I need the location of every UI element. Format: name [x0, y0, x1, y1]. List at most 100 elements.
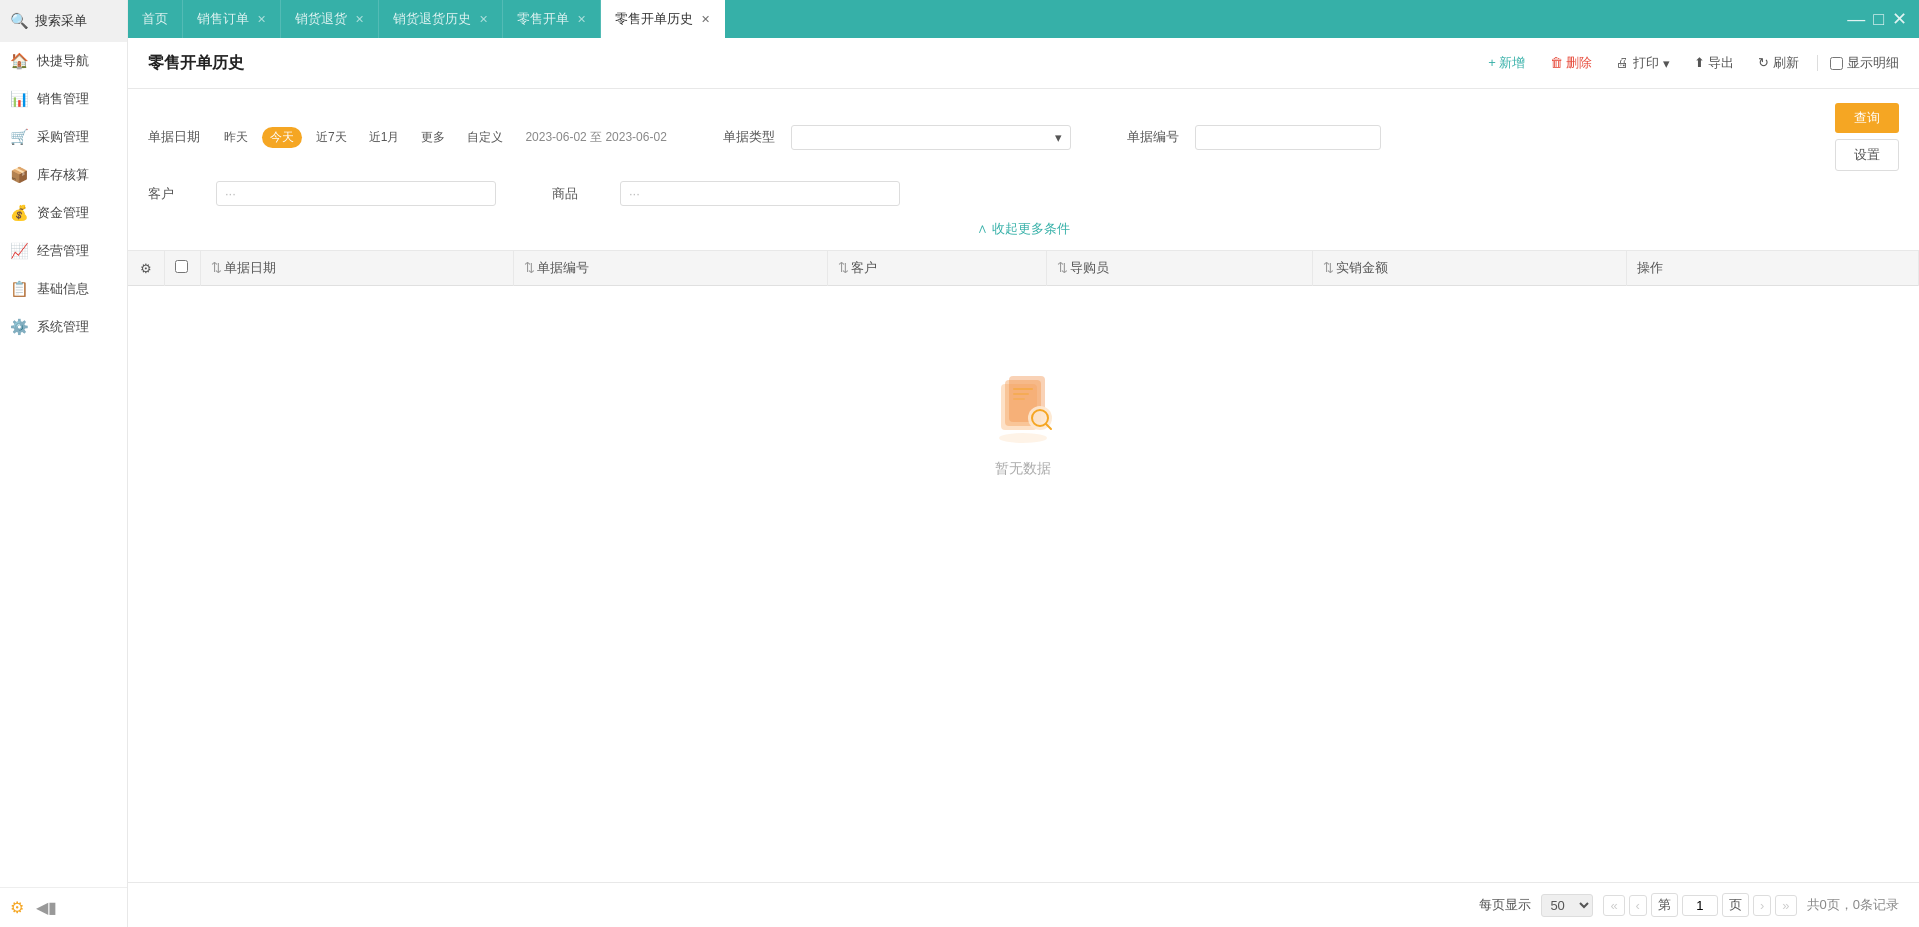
th-number[interactable]: ⇅单据编号 [514, 251, 828, 286]
type-select[interactable]: ▾ [791, 125, 1071, 150]
pagination: 每页显示 102050100 « ‹ 第 页 › » 共0页，0条记录 [128, 882, 1919, 927]
search-icon: 🔍 [10, 12, 29, 30]
show-detail-checkbox[interactable]: 显示明细 [1830, 54, 1899, 72]
nav-icon-purchase-mgmt: 🛒 [10, 128, 29, 146]
main-area: 首页销售订单✕销货退货✕销货退货历史✕零售开单✕零售开单历史✕ — □ ✕ 零售… [128, 0, 1919, 927]
tab-sales-return-hist[interactable]: 销货退货历史✕ [379, 0, 503, 38]
prev-page-btn[interactable]: ‹ [1629, 895, 1647, 916]
sidebar-collapse-icon[interactable]: ◀▮ [36, 898, 57, 917]
sort-icon-amount: ⇅ [1323, 260, 1334, 275]
sidebar-item-quick-nav[interactable]: 🏠快捷导航 [0, 42, 127, 80]
th-amount[interactable]: ⇅实销金额 [1313, 251, 1627, 286]
th-settings: ⚙ [128, 251, 164, 286]
date-btn-last7[interactable]: 近7天 [308, 127, 355, 148]
filter-area: 单据日期 昨天今天近7天近1月更多自定义 2023-06-02 至 2023-0… [128, 89, 1919, 251]
sidebar-item-operations[interactable]: 📈经营管理 [0, 232, 127, 270]
th-guide[interactable]: ⇅导购员 [1046, 251, 1312, 286]
toolbar-divider [1817, 55, 1818, 71]
last-page-btn[interactable]: » [1775, 895, 1796, 916]
settings-icon[interactable]: ⚙ [10, 898, 24, 917]
tab-close-retail-open[interactable]: ✕ [577, 13, 586, 26]
tab-close-sales-return[interactable]: ✕ [355, 13, 364, 26]
sidebar: 🔍 搜索采单 🏠快捷导航📊销售管理🛒采购管理📦库存核算💰资金管理📈经营管理📋基础… [0, 0, 128, 927]
sidebar-item-finance[interactable]: 💰资金管理 [0, 194, 127, 232]
sidebar-item-purchase-mgmt[interactable]: 🛒采购管理 [0, 118, 127, 156]
svg-rect-7 [1013, 388, 1033, 390]
svg-rect-8 [1013, 393, 1029, 395]
sidebar-item-sys-mgmt[interactable]: ⚙️系统管理 [0, 308, 127, 346]
page-size-label: 每页显示 [1479, 896, 1531, 914]
current-page-input[interactable] [1682, 895, 1718, 916]
sort-icon-guide: ⇅ [1057, 260, 1068, 275]
table-area: ⚙ ⇅单据日期⇅单据编号⇅客户⇅导购员⇅实销金额操作 [128, 251, 1919, 882]
tab-home[interactable]: 首页 [128, 0, 183, 38]
tab-sales-return[interactable]: 销货退货 ✕ [281, 0, 379, 38]
tabs-left: 首页销售订单✕销货退货✕销货退货历史✕零售开单✕零售开单历史✕ [128, 0, 725, 38]
export-button[interactable]: ⬆ 导出 [1688, 50, 1741, 76]
tab-label-retail-open-hist: 零售开单历史 [615, 10, 693, 28]
query-button[interactable]: 查询 [1835, 103, 1899, 133]
th-action: 操作 [1627, 251, 1919, 286]
window-close[interactable]: ✕ [1892, 8, 1907, 30]
tab-sales-order[interactable]: 销售订单✕ [183, 0, 281, 38]
date-btn-custom[interactable]: 自定义 [459, 127, 511, 148]
refresh-button[interactable]: ↻ 刷新 [1752, 50, 1805, 76]
svg-point-0 [999, 433, 1047, 443]
sort-icon-number: ⇅ [524, 260, 535, 275]
date-btn-last1m[interactable]: 近1月 [361, 127, 408, 148]
window-minimize[interactable]: — [1847, 9, 1865, 30]
select-all-checkbox[interactable] [175, 260, 188, 273]
tab-close-sales-return-hist[interactable]: ✕ [479, 13, 488, 26]
print-button[interactable]: 🖨 打印 ▾ [1610, 50, 1676, 76]
tab-retail-open[interactable]: 零售开单✕ [503, 0, 601, 38]
goods-dots: ··· [629, 186, 640, 201]
sort-icon-customer: ⇅ [838, 260, 849, 275]
date-btn-yesterday[interactable]: 昨天 [216, 127, 256, 148]
nav-label-quick-nav: 快捷导航 [37, 52, 89, 70]
svg-rect-9 [1013, 398, 1025, 400]
th-customer[interactable]: ⇅客户 [828, 251, 1047, 286]
sidebar-bottom: ⚙ ◀▮ [0, 887, 127, 927]
tab-retail-open-hist[interactable]: 零售开单历史 ✕ [601, 0, 725, 38]
tab-label-sales-return: 销货退货 [295, 10, 347, 28]
date-btn-more[interactable]: 更多 [413, 127, 453, 148]
date-filter-group: 单据日期 昨天今天近7天近1月更多自定义 2023-06-02 至 2023-0… [148, 127, 667, 148]
type-select-arrow: ▾ [1055, 130, 1062, 145]
page-title: 零售开单历史 [148, 53, 244, 74]
sidebar-item-inventory[interactable]: 📦库存核算 [0, 156, 127, 194]
filter-settings-button[interactable]: 设置 [1835, 139, 1899, 171]
goods-select[interactable]: ··· [620, 181, 900, 206]
nav-label-sales-mgmt: 销售管理 [37, 90, 89, 108]
sidebar-item-basic-info[interactable]: 📋基础信息 [0, 270, 127, 308]
tabs-right-controls: — □ ✕ [1835, 0, 1919, 38]
next-page-btn[interactable]: › [1753, 895, 1771, 916]
sidebar-search-label: 搜索采单 [35, 12, 87, 30]
first-page-btn[interactable]: « [1603, 895, 1624, 916]
number-input[interactable] [1195, 125, 1381, 150]
page-size-select[interactable]: 102050100 [1541, 894, 1593, 917]
empty-area: 暂无数据 [128, 286, 1919, 518]
customer-select[interactable]: ··· [216, 181, 496, 206]
date-btn-today[interactable]: 今天 [262, 127, 302, 148]
add-button[interactable]: + 新增 [1482, 50, 1531, 76]
content-area: 零售开单历史 + 新增 🗑 删除 🖨 打印 ▾ ⬆ 导出 ↻ 刷新 显示明细 [128, 38, 1919, 927]
sidebar-item-sales-mgmt[interactable]: 📊销售管理 [0, 80, 127, 118]
collapse-button[interactable]: ∧ 收起更多条件 [148, 216, 1899, 242]
collapse-label: ∧ 收起更多条件 [977, 220, 1070, 238]
show-detail-input[interactable] [1830, 57, 1843, 70]
window-maximize[interactable]: □ [1873, 9, 1884, 30]
goods-label: 商品 [552, 185, 612, 203]
settings-gear-icon[interactable]: ⚙ [140, 261, 152, 276]
pagination-nav: « ‹ 第 页 › » [1603, 893, 1796, 917]
nav-icon-finance: 💰 [10, 204, 29, 222]
sort-icon-date: ⇅ [211, 260, 222, 275]
date-range: 2023-06-02 至 2023-06-02 [525, 129, 666, 146]
nav-icon-basic-info: 📋 [10, 280, 29, 298]
delete-button[interactable]: 🗑 删除 [1544, 50, 1599, 76]
tab-close-sales-order[interactable]: ✕ [257, 13, 266, 26]
filter-actions: 查询 设置 [1835, 103, 1899, 171]
tab-close-retail-open-hist[interactable]: ✕ [701, 13, 710, 26]
th-date[interactable]: ⇅单据日期 [200, 251, 514, 286]
nav-icon-operations: 📈 [10, 242, 29, 260]
sidebar-search[interactable]: 🔍 搜索采单 [0, 0, 127, 42]
